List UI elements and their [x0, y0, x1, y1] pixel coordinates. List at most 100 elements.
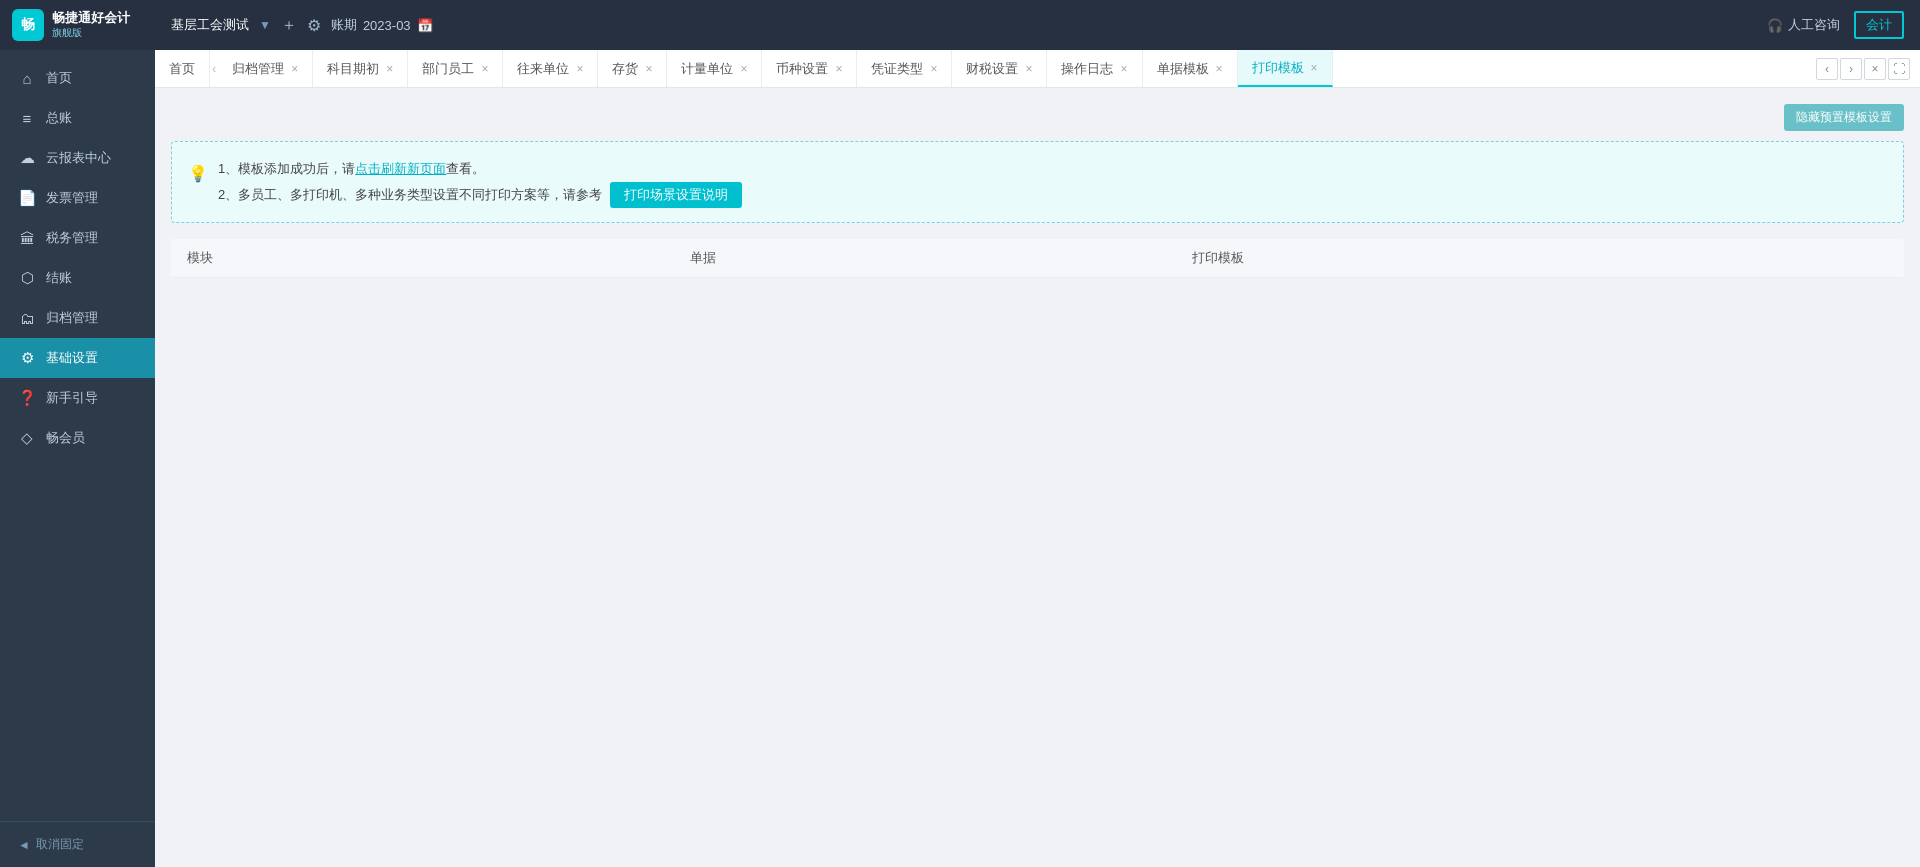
notice-content: 1、模板添加成功后，请点击刷新新页面查看。 2、多员工、多打印机、多种业务类型设…	[218, 156, 1887, 208]
settings-icon[interactable]: ⚙	[307, 16, 321, 35]
sidebar-label-settings: 基础设置	[46, 349, 98, 367]
sidebar-label-archive: 归档管理	[46, 309, 98, 327]
close-counterparty-tab[interactable]: ×	[576, 63, 583, 75]
topbar: 基层工会测试 ▼ ＋ ⚙ 账期 2023-03 📅 🎧 人工咨询 会计	[155, 0, 1920, 50]
tab-department[interactable]: 部门员工 ×	[408, 50, 503, 87]
ledger-icon: ≡	[18, 110, 36, 127]
tab-print-template[interactable]: 打印模板 ×	[1238, 50, 1333, 87]
sidebar-item-member[interactable]: ◇ 畅会员	[0, 418, 155, 458]
customer-service-label: 人工咨询	[1788, 16, 1840, 34]
sidebar-item-ledger[interactable]: ≡ 总账	[0, 98, 155, 138]
notice-line1-prefix: 1、模板添加成功后，请	[218, 161, 355, 176]
close-voucher-type-tab[interactable]: ×	[930, 63, 937, 75]
tab-inventory[interactable]: 存货 ×	[598, 50, 667, 87]
sidebar-item-reports[interactable]: ☁ 云报表中心	[0, 138, 155, 178]
tab-fullscreen[interactable]: ⛶	[1888, 58, 1910, 80]
close-finance-tab[interactable]: ×	[1025, 63, 1032, 75]
sidebar: 畅 畅捷通好会计 旗舰版 ⌂ 首页 ≡ 总账 ☁ 云报表中心 📄 发票管理 🏛 税务管理 ⬡ 结账 🗂 归…	[0, 0, 155, 867]
member-icon: ◇	[18, 429, 36, 447]
headset-icon: 🎧	[1767, 18, 1783, 33]
sidebar-label-member: 畅会员	[46, 429, 85, 447]
sidebar-item-tax[interactable]: 🏛 税务管理	[0, 218, 155, 258]
tab-home[interactable]: 首页	[155, 50, 210, 87]
archive-icon: 🗂	[18, 310, 36, 327]
close-single-template-tab[interactable]: ×	[1216, 63, 1223, 75]
guide-icon: ❓	[18, 389, 36, 407]
tab-finance[interactable]: 财税设置 ×	[952, 50, 1047, 87]
tab-nav-next[interactable]: ›	[1840, 58, 1862, 80]
close-icon: ⬡	[18, 269, 36, 287]
app-logo: 畅 畅捷通好会计 旗舰版	[0, 0, 155, 50]
col-voucher: 单据	[674, 239, 1177, 278]
unpin-label: 取消固定	[36, 836, 84, 853]
tab-archive[interactable]: 归档管理 ×	[218, 50, 313, 87]
customer-service-button[interactable]: 🎧 人工咨询	[1767, 16, 1840, 34]
tab-voucher-type[interactable]: 凭证类型 ×	[857, 50, 952, 87]
content-area: 隐藏预置模板设置 💡 1、模板添加成功后，请点击刷新新页面查看。 2、多员工、多…	[155, 88, 1920, 867]
sidebar-label-close: 结账	[46, 269, 72, 287]
print-scene-button[interactable]: 打印场景设置说明	[610, 182, 742, 208]
sidebar-label-reports: 云报表中心	[46, 149, 111, 167]
sidebar-item-guide[interactable]: ❓ 新手引导	[0, 378, 155, 418]
tax-icon: 🏛	[18, 230, 36, 247]
tab-unit[interactable]: 计量单位 ×	[667, 50, 762, 87]
sidebar-item-home[interactable]: ⌂ 首页	[0, 58, 155, 98]
tab-close-all[interactable]: ×	[1864, 58, 1886, 80]
close-archive-tab[interactable]: ×	[291, 63, 298, 75]
sidebar-item-settings[interactable]: ⚙ 基础设置	[0, 338, 155, 378]
home-icon: ⌂	[18, 70, 36, 87]
table-header-row: 模块 单据 打印模板	[171, 239, 1904, 278]
sidebar-label-tax: 税务管理	[46, 229, 98, 247]
close-oplog-tab[interactable]: ×	[1120, 63, 1127, 75]
main-area: 基层工会测试 ▼ ＋ ⚙ 账期 2023-03 📅 🎧 人工咨询 会计 首页 ‹…	[155, 0, 1920, 867]
sidebar-nav: ⌂ 首页 ≡ 总账 ☁ 云报表中心 📄 发票管理 🏛 税务管理 ⬡ 结账 🗂 归档管理 ⚙ 基础设置 ❓ 新手引导…	[0, 50, 155, 821]
reports-icon: ☁	[18, 149, 36, 167]
notice-line1: 1、模板添加成功后，请点击刷新新页面查看。	[218, 156, 1887, 182]
notice-line1-suffix: 查看。	[446, 161, 485, 176]
notice-refresh-link[interactable]: 点击刷新新页面	[355, 161, 446, 176]
calendar-icon[interactable]: 📅	[417, 18, 433, 33]
invoice-icon: 📄	[18, 189, 36, 207]
hide-preview-button[interactable]: 隐藏预置模板设置	[1784, 104, 1904, 131]
period-label: 账期 2023-03 📅	[331, 16, 433, 34]
workspace-arrow-icon[interactable]: ▼	[259, 18, 271, 32]
sidebar-label-home: 首页	[46, 69, 72, 87]
notice-bulb-icon: 💡	[188, 158, 208, 190]
content-header-bar: 隐藏预置模板设置	[171, 104, 1904, 141]
sidebar-item-close[interactable]: ⬡ 结账	[0, 258, 155, 298]
close-currency-tab[interactable]: ×	[835, 63, 842, 75]
sidebar-label-ledger: 总账	[46, 109, 72, 127]
sidebar-footer-unpin[interactable]: ◄ 取消固定	[0, 821, 155, 867]
settings-icon: ⚙	[18, 349, 36, 367]
col-module: 模块	[171, 239, 674, 278]
close-print-template-tab[interactable]: ×	[1311, 62, 1318, 74]
tab-nav-prev[interactable]: ‹	[1816, 58, 1838, 80]
close-inventory-tab[interactable]: ×	[645, 63, 652, 75]
tabbar-nav: ‹ › × ⛶	[1816, 58, 1920, 80]
col-template: 打印模板	[1176, 239, 1904, 278]
tab-counterparty[interactable]: 往来单位 ×	[503, 50, 598, 87]
sidebar-label-invoice: 发票管理	[46, 189, 98, 207]
notice-box: 💡 1、模板添加成功后，请点击刷新新页面查看。 2、多员工、多打印机、多种业务类…	[171, 141, 1904, 223]
tabbar: 首页 ‹ 归档管理 × 科目期初 × 部门员工 × 往来单位 × 存货 × 计量…	[155, 50, 1920, 88]
tab-currency[interactable]: 币种设置 ×	[762, 50, 857, 87]
tab-subject[interactable]: 科目期初 ×	[313, 50, 408, 87]
sidebar-item-archive[interactable]: 🗂 归档管理	[0, 298, 155, 338]
sidebar-label-guide: 新手引导	[46, 389, 98, 407]
app-name: 畅捷通好会计	[52, 10, 130, 26]
sidebar-item-invoice[interactable]: 📄 发票管理	[0, 178, 155, 218]
notice-line2: 2、多员工、多打印机、多种业务类型设置不同打印方案等，请参考 打印场景设置说明	[218, 182, 1887, 208]
workspace-title[interactable]: 基层工会测试	[171, 16, 249, 34]
logo-icon: 畅	[12, 9, 44, 41]
unpin-icon: ◄	[18, 838, 30, 852]
topbar-right: 🎧 人工咨询 会计	[1767, 11, 1904, 39]
close-subject-tab[interactable]: ×	[386, 63, 393, 75]
tab-oplog[interactable]: 操作日志 ×	[1047, 50, 1142, 87]
print-template-table: 模块 单据 打印模板	[171, 239, 1904, 278]
app-sub: 旗舰版	[52, 26, 130, 40]
close-unit-tab[interactable]: ×	[740, 63, 747, 75]
tab-single-template[interactable]: 单据模板 ×	[1143, 50, 1238, 87]
close-department-tab[interactable]: ×	[481, 63, 488, 75]
kuaiji-button[interactable]: 会计	[1854, 11, 1904, 39]
add-workspace-button[interactable]: ＋	[281, 15, 297, 36]
